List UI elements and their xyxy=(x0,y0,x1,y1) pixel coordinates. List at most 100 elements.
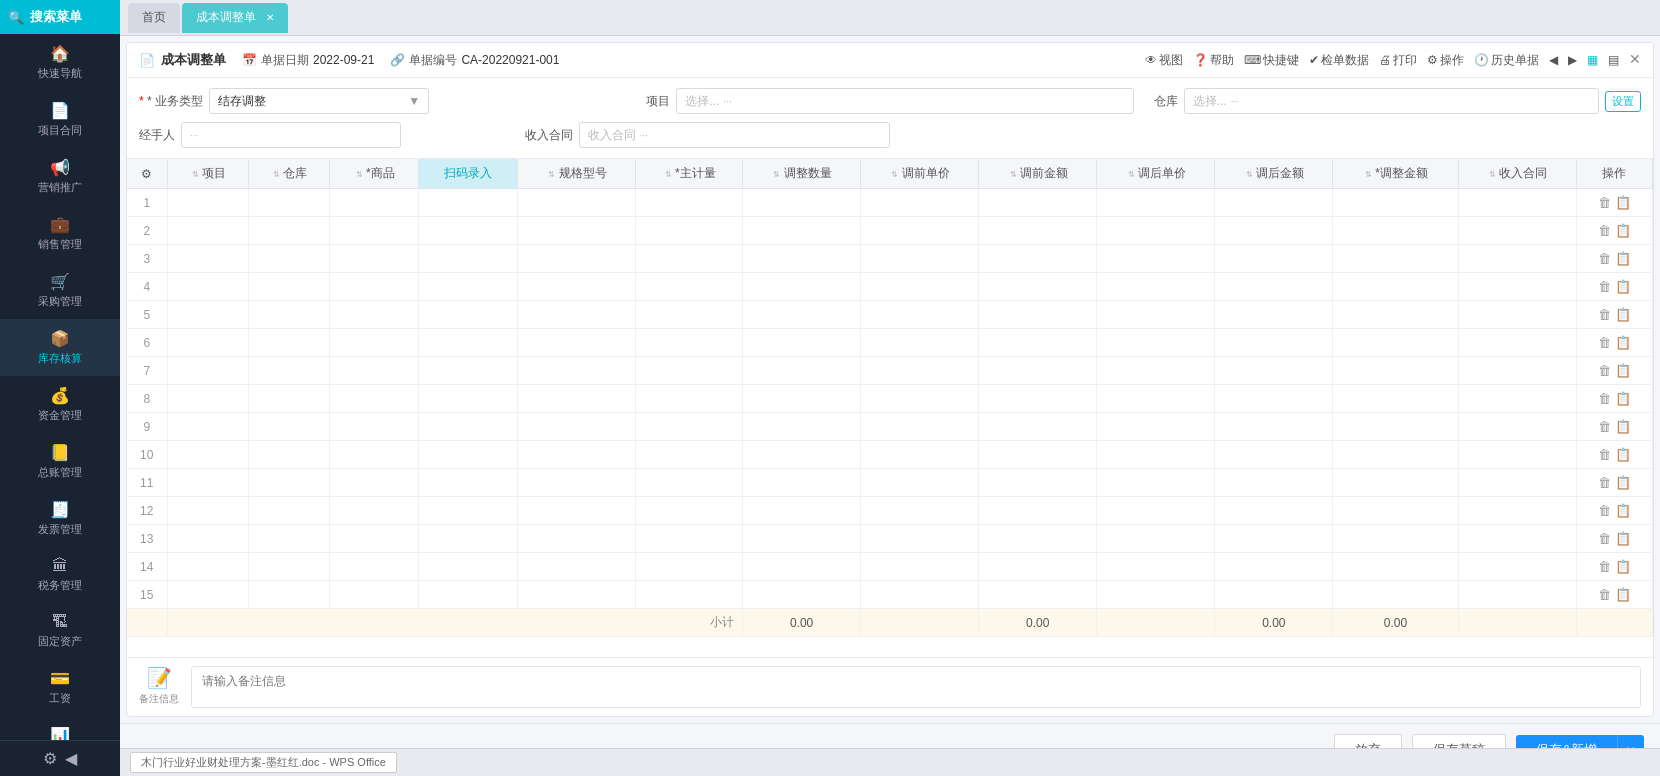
nav-next-icon[interactable]: ▶ xyxy=(1568,53,1577,67)
cell-spec-3[interactable] xyxy=(518,245,636,273)
delete-row-icon-13[interactable]: 🗑 xyxy=(1598,531,1611,546)
cell-scan-1[interactable] xyxy=(418,189,517,217)
sidebar-item-ledger-management[interactable]: 📒总账管理 xyxy=(0,433,120,490)
cell-adj-qty-1[interactable] xyxy=(743,189,861,217)
cell-main-qty-15[interactable] xyxy=(636,581,743,609)
cell-pre-price-11[interactable] xyxy=(861,469,979,497)
close-form-button[interactable]: ✕ xyxy=(1629,51,1641,67)
cell-scan-13[interactable] xyxy=(418,525,517,553)
cell-income-contract-1[interactable] xyxy=(1458,189,1576,217)
cell-post-amount-6[interactable] xyxy=(1215,329,1333,357)
cell-spec-12[interactable] xyxy=(518,497,636,525)
cell-pre-amount-15[interactable] xyxy=(979,581,1097,609)
cell-adj-amount-4[interactable] xyxy=(1333,273,1458,301)
cell-pre-price-3[interactable] xyxy=(861,245,979,273)
copy-row-icon-12[interactable]: 📋 xyxy=(1615,503,1631,518)
copy-row-icon-2[interactable]: 📋 xyxy=(1615,223,1631,238)
cell-main-qty-4[interactable] xyxy=(636,273,743,301)
cell-post-price-15[interactable] xyxy=(1097,581,1215,609)
cell-warehouse-3[interactable] xyxy=(248,245,329,273)
collapse-icon[interactable]: ◀ xyxy=(65,749,77,768)
cell-scan-12[interactable] xyxy=(418,497,517,525)
cell-income-contract-6[interactable] xyxy=(1458,329,1576,357)
cell-pre-amount-13[interactable] xyxy=(979,525,1097,553)
cell-pre-amount-10[interactable] xyxy=(979,441,1097,469)
cell-post-amount-8[interactable] xyxy=(1215,385,1333,413)
sidebar-item-inventory-calc[interactable]: 📦库存核算 xyxy=(0,319,120,376)
cell-adj-amount-5[interactable] xyxy=(1333,301,1458,329)
cell-main-qty-2[interactable] xyxy=(636,217,743,245)
delete-row-icon-1[interactable]: 🗑 xyxy=(1598,195,1611,210)
cell-post-amount-11[interactable] xyxy=(1215,469,1333,497)
cell-adj-qty-6[interactable] xyxy=(743,329,861,357)
warehouse-settings-btn[interactable]: 设置 xyxy=(1605,91,1641,112)
cell-adj-qty-10[interactable] xyxy=(743,441,861,469)
cell-pre-amount-9[interactable] xyxy=(979,413,1097,441)
cell-project-4[interactable] xyxy=(167,273,248,301)
cell-post-price-8[interactable] xyxy=(1097,385,1215,413)
cell-adj-amount-10[interactable] xyxy=(1333,441,1458,469)
cell-post-amount-4[interactable] xyxy=(1215,273,1333,301)
cell-pre-amount-2[interactable] xyxy=(979,217,1097,245)
cell-adj-amount-7[interactable] xyxy=(1333,357,1458,385)
cell-adj-amount-9[interactable] xyxy=(1333,413,1458,441)
cell-main-qty-9[interactable] xyxy=(636,413,743,441)
cell-product-14[interactable] xyxy=(330,553,419,581)
cell-post-price-9[interactable] xyxy=(1097,413,1215,441)
cell-spec-4[interactable] xyxy=(518,273,636,301)
cell-post-amount-1[interactable] xyxy=(1215,189,1333,217)
cell-post-price-2[interactable] xyxy=(1097,217,1215,245)
cell-product-10[interactable] xyxy=(330,441,419,469)
cell-adj-qty-2[interactable] xyxy=(743,217,861,245)
cell-pre-amount-7[interactable] xyxy=(979,357,1097,385)
cell-adj-qty-11[interactable] xyxy=(743,469,861,497)
cell-scan-2[interactable] xyxy=(418,217,517,245)
cell-product-2[interactable] xyxy=(330,217,419,245)
search-menu-button[interactable]: 🔍 搜索菜单 xyxy=(0,0,120,34)
income-contract-input[interactable]: 收入合同 ··· xyxy=(579,122,891,148)
cell-main-qty-1[interactable] xyxy=(636,189,743,217)
cell-pre-amount-12[interactable] xyxy=(979,497,1097,525)
cell-post-amount-9[interactable] xyxy=(1215,413,1333,441)
cell-pre-price-14[interactable] xyxy=(861,553,979,581)
cell-warehouse-14[interactable] xyxy=(248,553,329,581)
help-action[interactable]: ❓ 帮助 xyxy=(1193,52,1234,69)
delete-row-icon-9[interactable]: 🗑 xyxy=(1598,419,1611,434)
cell-pre-price-15[interactable] xyxy=(861,581,979,609)
note-input[interactable] xyxy=(191,666,1641,708)
cell-income-contract-11[interactable] xyxy=(1458,469,1576,497)
cell-adj-amount-12[interactable] xyxy=(1333,497,1458,525)
project-select[interactable]: 选择... ··· xyxy=(676,88,1133,114)
cell-product-11[interactable] xyxy=(330,469,419,497)
cell-product-6[interactable] xyxy=(330,329,419,357)
cell-product-8[interactable] xyxy=(330,385,419,413)
cell-income-contract-3[interactable] xyxy=(1458,245,1576,273)
cell-main-qty-5[interactable] xyxy=(636,301,743,329)
cell-spec-6[interactable] xyxy=(518,329,636,357)
cell-warehouse-15[interactable] xyxy=(248,581,329,609)
sidebar-item-fixed-assets[interactable]: 🏗固定资产 xyxy=(0,603,120,659)
cell-post-price-5[interactable] xyxy=(1097,301,1215,329)
cell-adj-amount-14[interactable] xyxy=(1333,553,1458,581)
tab-home[interactable]: 首页 xyxy=(128,3,180,33)
copy-row-icon-14[interactable]: 📋 xyxy=(1615,559,1631,574)
cell-main-qty-11[interactable] xyxy=(636,469,743,497)
cell-income-contract-10[interactable] xyxy=(1458,441,1576,469)
cell-scan-3[interactable] xyxy=(418,245,517,273)
cell-pre-amount-11[interactable] xyxy=(979,469,1097,497)
delete-row-icon-3[interactable]: 🗑 xyxy=(1598,251,1611,266)
cell-adj-amount-1[interactable] xyxy=(1333,189,1458,217)
cell-scan-7[interactable] xyxy=(418,357,517,385)
cell-project-6[interactable] xyxy=(167,329,248,357)
delete-row-icon-7[interactable]: 🗑 xyxy=(1598,363,1611,378)
cell-project-7[interactable] xyxy=(167,357,248,385)
cell-post-amount-15[interactable] xyxy=(1215,581,1333,609)
delete-row-icon-4[interactable]: 🗑 xyxy=(1598,279,1611,294)
cell-adj-qty-13[interactable] xyxy=(743,525,861,553)
cell-income-contract-9[interactable] xyxy=(1458,413,1576,441)
delete-row-icon-2[interactable]: 🗑 xyxy=(1598,223,1611,238)
cell-product-9[interactable] xyxy=(330,413,419,441)
cell-project-3[interactable] xyxy=(167,245,248,273)
sidebar-item-quick-nav[interactable]: 🏠快速导航 xyxy=(0,34,120,91)
cell-product-13[interactable] xyxy=(330,525,419,553)
